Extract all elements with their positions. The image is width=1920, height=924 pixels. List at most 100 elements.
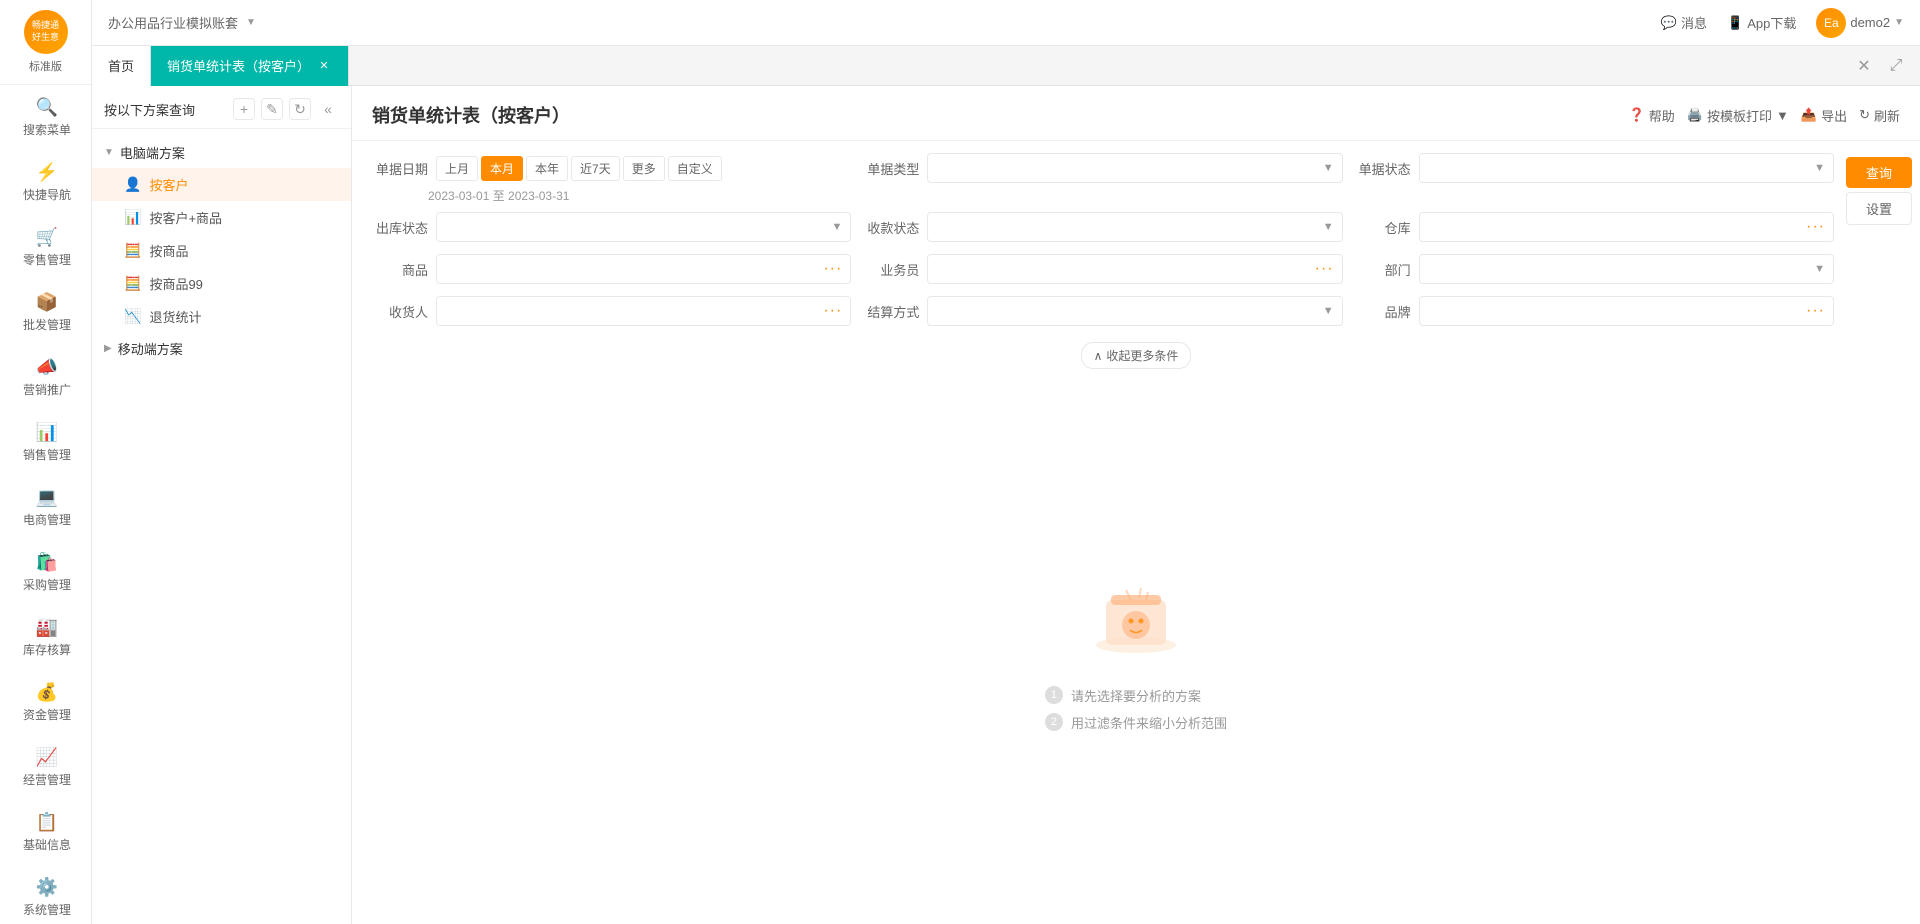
scheme-item-by-customer-label: 按客户	[149, 175, 188, 194]
operations-icon: 📈	[36, 747, 58, 768]
brand-dots: ···	[1806, 302, 1825, 320]
user-name: demo2	[1850, 15, 1890, 30]
filter-cell-department: 部门 ▼	[1355, 254, 1834, 284]
print-button[interactable]: 🖨️ 按模板打印 ▼	[1687, 106, 1789, 125]
page-actions: ❓ 帮助 🖨️ 按模板打印 ▼ 📤 导出 ↻ 刷新	[1629, 106, 1900, 125]
refresh-button[interactable]: ↻ 刷新	[1859, 106, 1900, 125]
help-button[interactable]: ❓ 帮助	[1629, 106, 1675, 125]
scheme-item-by-customer-goods[interactable]: 📊 按客户+商品	[92, 201, 351, 234]
tab-close-icon[interactable]: ✕	[316, 58, 332, 74]
messages-button[interactable]: 💬 消息	[1661, 13, 1707, 32]
topbar: 办公用品行业模拟账套 ▼ 💬 消息 📱 App下载 Ea demo2 ▼	[92, 0, 1920, 46]
sidebar-item-ecommerce[interactable]: 💻 电商管理	[0, 475, 91, 540]
sidebar-item-label: 销售管理	[23, 446, 71, 463]
sidebar-nav: 🔍 搜索菜单 ⚡ 快捷导航 🛒 零售管理 📦 批发管理 📣 营销推广 📊 销售管…	[0, 85, 91, 924]
scheme-add-button[interactable]: +	[233, 98, 255, 120]
salesperson-select[interactable]: ···	[927, 254, 1342, 284]
sidebar-item-label: 库存核算	[23, 641, 71, 658]
out-status-select[interactable]: ▼	[436, 212, 851, 242]
warehouse-select[interactable]: ···	[1419, 212, 1834, 242]
date-btn-this-year[interactable]: 本年	[526, 156, 568, 181]
topbar-right: 💬 消息 📱 App下载 Ea demo2 ▼	[1661, 8, 1904, 38]
scheme-refresh-button[interactable]: ↻	[289, 98, 311, 120]
date-btn-this-month[interactable]: 本月	[481, 156, 523, 181]
empty-tip-2: 2 用过滤条件来缩小分析范围	[1045, 713, 1227, 732]
sidebar-item-search[interactable]: 🔍 搜索菜单	[0, 85, 91, 150]
settings-button[interactable]: 设置	[1846, 192, 1912, 225]
out-status-arrow-icon: ▼	[831, 221, 842, 233]
department-select[interactable]: ▼	[1419, 254, 1834, 284]
user-profile[interactable]: Ea demo2 ▼	[1816, 8, 1904, 38]
scheme-item-by-goods[interactable]: 🧮 按商品	[92, 234, 351, 267]
salesperson-dots: ···	[1315, 260, 1334, 278]
filter-cell-date: 单据日期 上月 本月 本年 近7天 更多 自定义	[372, 156, 851, 181]
tab-home[interactable]: 首页	[92, 46, 151, 86]
sidebar-item-system[interactable]: ⚙️ 系统管理	[0, 865, 91, 924]
empty-tip-1: 1 请先选择要分析的方案	[1045, 686, 1227, 705]
scheme-item-refund-stat[interactable]: 📉 退货统计	[92, 300, 351, 333]
date-btn-more[interactable]: 更多	[623, 156, 665, 181]
sidebar-item-operations[interactable]: 📈 经营管理	[0, 735, 91, 800]
brand-select[interactable]: ···	[1419, 296, 1834, 326]
refresh-icon: ↻	[1859, 107, 1870, 123]
refresh-icon: ↻	[294, 101, 306, 118]
settlement-label: 结算方式	[863, 302, 919, 321]
sidebar-item-label: 系统管理	[23, 901, 71, 918]
main-area: 办公用品行业模拟账套 ▼ 💬 消息 📱 App下载 Ea demo2 ▼ 首	[92, 0, 1920, 924]
main-panel: 销货单统计表（按客户） ❓ 帮助 🖨️ 按模板打印 ▼ 📤 导出	[352, 86, 1920, 924]
customer-goods-icon: 📊	[124, 209, 141, 226]
refund-icon: 📉	[124, 308, 141, 325]
tab-sales-stat[interactable]: 销货单统计表（按客户） ✕	[151, 46, 349, 86]
sidebar-item-basic[interactable]: 📋 基础信息	[0, 800, 91, 865]
wholesale-icon: 📦	[36, 292, 58, 313]
scheme-group-mobile: ▶ 移动端方案	[92, 333, 351, 364]
goods-dots: ···	[823, 260, 842, 278]
date-btn-7days[interactable]: 近7天	[571, 156, 620, 181]
retail-icon: 🛒	[36, 227, 58, 248]
doc-status-select[interactable]: ▼	[1419, 153, 1834, 183]
consignee-select[interactable]: ···	[436, 296, 851, 326]
tab-restore-button[interactable]: ⤢	[1884, 54, 1908, 78]
scheme-group-pc-header[interactable]: ▼ 电脑端方案	[92, 137, 351, 168]
topbar-dropdown-arrow-icon[interactable]: ▼	[246, 17, 256, 28]
scheme-item-refund-stat-label: 退货统计	[149, 307, 201, 326]
finance-icon: 💰	[36, 682, 58, 703]
system-icon: ⚙️	[36, 877, 58, 898]
action-buttons: 查询 设置	[1846, 141, 1920, 338]
scheme-edit-button[interactable]: ✎	[261, 98, 283, 120]
sidebar-item-marketing[interactable]: 📣 营销推广	[0, 345, 91, 410]
scheme-group-pc: ▼ 电脑端方案 👤 按客户 📊 按客户+商品 🧮 按商品	[92, 137, 351, 333]
scheme-collapse-button[interactable]: «	[317, 98, 339, 120]
scheme-item-by-goods-99[interactable]: 🧮 按商品99	[92, 267, 351, 300]
sidebar-item-retail[interactable]: 🛒 零售管理	[0, 215, 91, 280]
page-title: 销货单统计表（按客户）	[372, 102, 570, 128]
scheme-item-by-goods-label: 按商品	[149, 241, 188, 260]
sidebar-item-quick-nav[interactable]: ⚡ 快捷导航	[0, 150, 91, 215]
scheme-group-mobile-header[interactable]: ▶ 移动端方案	[92, 333, 351, 364]
page-header: 销货单统计表（按客户） ❓ 帮助 🖨️ 按模板打印 ▼ 📤 导出	[352, 86, 1920, 141]
collapse-more-button[interactable]: ∧ 收起更多条件	[1081, 342, 1192, 369]
sidebar-item-inventory[interactable]: 🏭 库存核算	[0, 605, 91, 670]
pay-status-select[interactable]: ▼	[927, 212, 1342, 242]
settlement-select[interactable]: ▼	[927, 296, 1342, 326]
inventory-icon: 🏭	[36, 617, 58, 638]
sidebar-item-label: 批发管理	[23, 316, 71, 333]
sidebar-item-label: 资金管理	[23, 706, 71, 723]
goods-select[interactable]: ···	[436, 254, 851, 284]
tip-num-1: 1	[1045, 686, 1063, 704]
date-btn-custom[interactable]: 自定义	[668, 156, 722, 181]
scheme-item-by-customer[interactable]: 👤 按客户	[92, 168, 351, 201]
collapse-icon: «	[324, 101, 332, 117]
doc-type-select[interactable]: ▼	[927, 153, 1342, 183]
app-download-button[interactable]: 📱 App下载	[1727, 13, 1796, 32]
sidebar-item-purchase[interactable]: 🛍️ 采购管理	[0, 540, 91, 605]
tab-close-window-button[interactable]: ✕	[1852, 54, 1876, 78]
sidebar-item-finance[interactable]: 💰 资金管理	[0, 670, 91, 735]
export-label: 导出	[1821, 106, 1847, 125]
sidebar-item-wholesale[interactable]: 📦 批发管理	[0, 280, 91, 345]
query-button[interactable]: 查询	[1846, 157, 1912, 188]
date-btn-last-month[interactable]: 上月	[436, 156, 478, 181]
doc-type-label: 单据类型	[863, 159, 919, 178]
export-button[interactable]: 📤 导出	[1801, 106, 1847, 125]
sidebar-item-sales[interactable]: 📊 销售管理	[0, 410, 91, 475]
